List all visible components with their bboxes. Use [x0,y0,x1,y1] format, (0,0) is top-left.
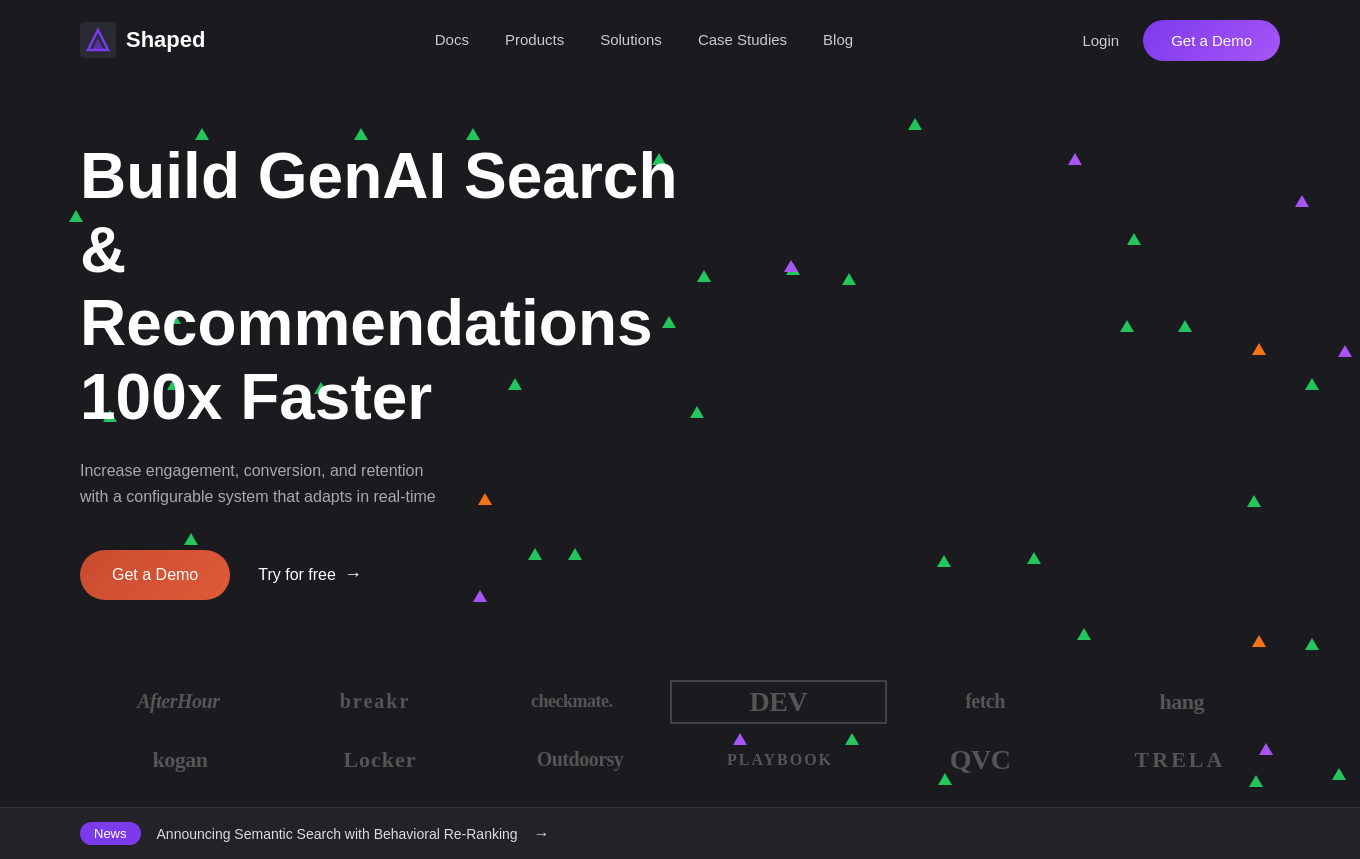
hero-subtitle-line1: Increase engagement, conversion, and ret… [80,462,423,479]
news-arrow-icon: → [534,825,550,843]
logo-locker: Locker [280,747,480,773]
hero-subtitle: Increase engagement, conversion, and ret… [80,458,500,509]
news-badge: News [80,822,141,845]
logo-checkmate: checkmate. [473,691,670,712]
logo-link[interactable]: Shaped [80,22,205,58]
try-free-label: Try for free [258,566,336,584]
logo-outdoorsy: Outdoorsy [480,748,680,771]
logo-kogan: kogan [80,747,280,773]
hero-subtitle-line2: with a configurable system that adapts i… [80,488,436,505]
logo-fetch: fetch [887,690,1084,713]
hero-actions: Get a Demo Try for free → [80,550,1280,600]
logo-playbook: PLAYBOOK [680,751,880,769]
nav-links: Docs Products Solutions Case Studies Blo… [435,31,853,49]
navbar: Shaped Docs Products Solutions Case Stud… [0,0,1360,80]
logos-row-1: AfterHour breakr checkmate. DEV fetch ha… [80,680,1280,724]
logo-icon [80,22,116,58]
logo-afterhour: AfterHour [80,690,277,713]
nav-solutions[interactable]: Solutions [600,31,662,48]
logo-trela: TRELA [1080,747,1280,773]
nav-blog[interactable]: Blog [823,31,853,48]
nav-right: Login Get a Demo [1082,20,1280,61]
get-demo-hero-button[interactable]: Get a Demo [80,550,230,600]
news-banner[interactable]: News Announcing Semantic Search with Beh… [0,807,1360,859]
hero-section: Build GenAI Search & Recommendations 100… [0,80,1360,640]
nav-products[interactable]: Products [505,31,564,48]
logo-qvc: QVC [880,744,1080,776]
logos-row-2: kogan Locker Outdoorsy PLAYBOOK QVC TREL… [80,744,1280,776]
nav-case-studies[interactable]: Case Studies [698,31,787,48]
logo-hang: hang [1083,689,1280,715]
get-demo-nav-button[interactable]: Get a Demo [1143,20,1280,61]
hero-title: Build GenAI Search & Recommendations 100… [80,140,680,434]
nav-docs[interactable]: Docs [435,31,469,48]
login-link[interactable]: Login [1082,32,1119,49]
logo-dev: DEV [670,680,887,724]
news-text: Announcing Semantic Search with Behavior… [157,826,518,842]
arrow-right-icon: → [344,564,362,585]
logo-text: Shaped [126,27,205,53]
logo-breakr: breakr [277,690,474,713]
try-free-link[interactable]: Try for free → [258,564,362,585]
